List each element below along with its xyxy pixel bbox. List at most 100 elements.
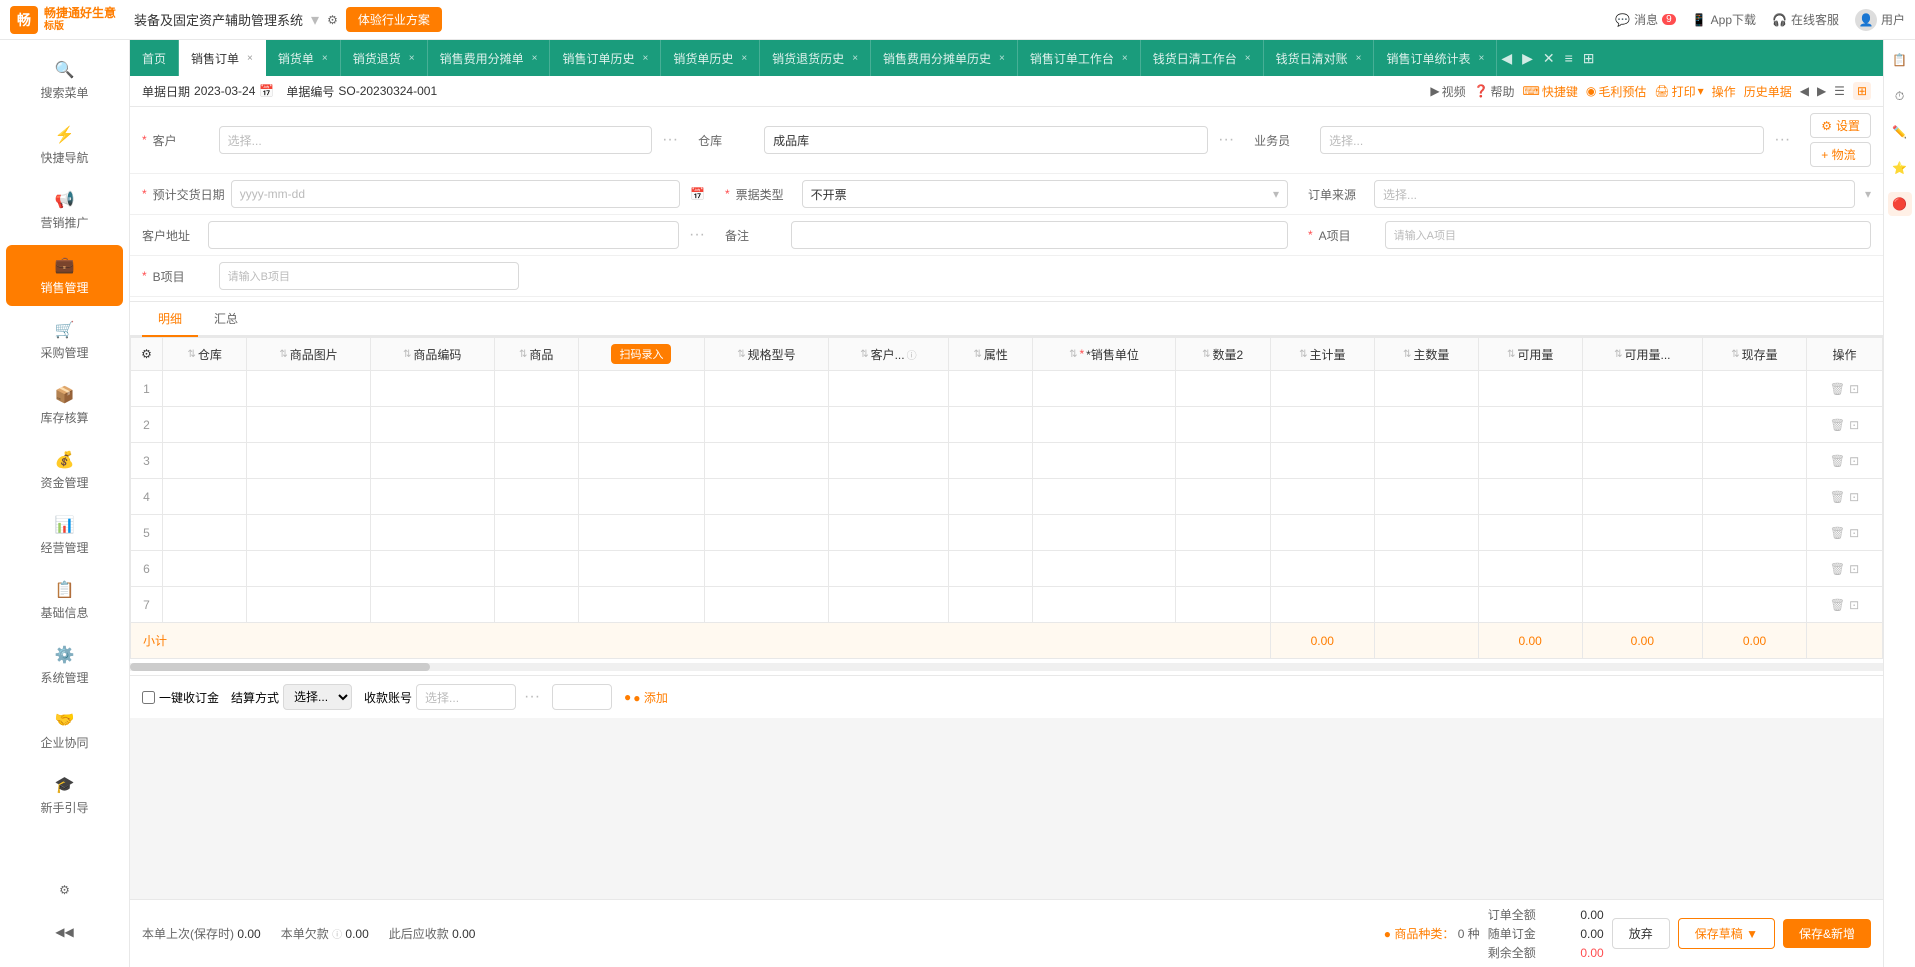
cell-stock-1[interactable] (1703, 371, 1807, 407)
cell-available2-6[interactable] (1582, 551, 1702, 587)
cell-customer-code-4[interactable] (828, 479, 948, 515)
cell-available2-2[interactable] (1582, 407, 1702, 443)
copy-icon-5[interactable]: ⊡ (1849, 526, 1859, 540)
cell-attr-6[interactable] (949, 551, 1033, 587)
cell-spec-1[interactable] (705, 371, 829, 407)
sidebar-item-quick-nav[interactable]: ⚡ 快捷导航 (6, 115, 123, 176)
scroll-thumb[interactable] (130, 663, 430, 671)
cell-warehouse-4[interactable] (163, 479, 247, 515)
remark-input[interactable] (791, 221, 1288, 249)
sidebar-item-inventory[interactable]: 📦 库存核算 (6, 375, 123, 436)
cell-stock-4[interactable] (1703, 479, 1807, 515)
cell-main-qty-3[interactable] (1374, 443, 1478, 479)
tab-close-bill-history[interactable]: × (741, 53, 747, 64)
tab-close-all-btn[interactable]: ✕ (1539, 50, 1559, 67)
sidebar-item-marketing[interactable]: 📢 营销推广 (6, 180, 123, 241)
cell-scan-2[interactable] (578, 407, 704, 443)
tab-sales-fee[interactable]: 销售费用分摊单 × (428, 40, 551, 76)
cell-code-7[interactable] (370, 587, 494, 623)
cell-main-qty-4[interactable] (1374, 479, 1478, 515)
tab-sales-return[interactable]: 销货退货 × (341, 40, 428, 76)
dropdown-icon[interactable]: ▾ (311, 10, 319, 30)
settings-icon[interactable]: ⚙ (327, 13, 338, 27)
copy-icon-7[interactable]: ⊡ (1849, 598, 1859, 612)
cell-spec-6[interactable] (705, 551, 829, 587)
save-draft-arrow-icon[interactable]: ▼ (1746, 927, 1758, 941)
tab-close-sales-bill[interactable]: × (322, 53, 328, 64)
cell-main-unit-7[interactable] (1270, 587, 1374, 623)
sidebar-item-sales[interactable]: 💼 销售管理 (6, 245, 123, 306)
tab-close-daily-workbench[interactable]: × (1245, 53, 1251, 64)
cell-stock-7[interactable] (1703, 587, 1807, 623)
sidebar-item-management[interactable]: 📊 经营管理 (6, 505, 123, 566)
save-new-btn[interactable]: 保存&新增 (1783, 919, 1871, 948)
cell-customer-code-3[interactable] (828, 443, 948, 479)
cell-qty2-5[interactable] (1175, 515, 1270, 551)
sidebar-item-basic-info[interactable]: 📋 基础信息 (6, 570, 123, 631)
copy-icon-6[interactable]: ⊡ (1849, 562, 1859, 576)
warehouse-dots[interactable]: ··· (1218, 131, 1234, 149)
cell-available2-5[interactable] (1582, 515, 1702, 551)
cell-unit-5[interactable] (1033, 515, 1175, 551)
warehouse-input[interactable]: 成品库 (764, 126, 1208, 154)
right-tool-edit[interactable]: ✏️ (1888, 120, 1912, 144)
cell-scan-6[interactable] (578, 551, 704, 587)
cell-code-5[interactable] (370, 515, 494, 551)
copy-icon-3[interactable]: ⊡ (1849, 454, 1859, 468)
tab-daily-workbench[interactable]: 钱货日清工作台 × (1141, 40, 1264, 76)
cell-main-unit-3[interactable] (1270, 443, 1374, 479)
cell-main-unit-6[interactable] (1270, 551, 1374, 587)
cell-warehouse-5[interactable] (163, 515, 247, 551)
cell-image-1[interactable] (247, 371, 371, 407)
right-tool-timer[interactable]: ⏱ (1888, 84, 1912, 108)
cell-warehouse-3[interactable] (163, 443, 247, 479)
payment-amount-input[interactable]: 0.00 (552, 684, 612, 710)
sidebar-item-config[interactable]: ⚙ (6, 873, 123, 907)
cell-main-unit-2[interactable] (1270, 407, 1374, 443)
tab-grid-btn[interactable]: ⊞ (1579, 50, 1599, 67)
tab-close-sales-fee[interactable]: × (532, 53, 538, 64)
customer-input[interactable]: 选择... (219, 126, 652, 154)
delete-icon-6[interactable]: 🗑 (1830, 562, 1845, 576)
sidebar-collapse-btn[interactable]: ◀◀ (6, 915, 123, 949)
cell-qty2-4[interactable] (1175, 479, 1270, 515)
order-source-input[interactable]: 选择... (1374, 180, 1855, 208)
right-tool-star[interactable]: ⭐ (1888, 156, 1912, 180)
message-btn[interactable]: 💬 消息 9 (1615, 11, 1676, 28)
cell-available-2[interactable] (1478, 407, 1582, 443)
cell-product-3[interactable] (494, 443, 578, 479)
sidebar-item-search[interactable]: 🔍 搜索菜单 (6, 50, 123, 111)
profit-btn[interactable]: ◉ 毛利预估 (1586, 83, 1647, 100)
cell-product-6[interactable] (494, 551, 578, 587)
cell-available-7[interactable] (1478, 587, 1582, 623)
industry-btn[interactable]: 体验行业方案 (346, 7, 442, 32)
tab-sales-order-history[interactable]: 销售订单历史 × (550, 40, 661, 76)
cell-image-3[interactable] (247, 443, 371, 479)
add-logistics-btn[interactable]: + 物流 (1810, 142, 1871, 167)
cell-attr-2[interactable] (949, 407, 1033, 443)
table-view-btn[interactable]: ☰ (1834, 84, 1845, 98)
cell-main-qty-2[interactable] (1374, 407, 1478, 443)
tab-close-stats[interactable]: × (1478, 53, 1484, 64)
cell-code-3[interactable] (370, 443, 494, 479)
cell-available-1[interactable] (1478, 371, 1582, 407)
cell-spec-2[interactable] (705, 407, 829, 443)
cell-qty2-6[interactable] (1175, 551, 1270, 587)
cell-code-1[interactable] (370, 371, 494, 407)
copy-icon-1[interactable]: ⊡ (1849, 382, 1859, 396)
cell-unit-1[interactable] (1033, 371, 1175, 407)
cell-spec-3[interactable] (705, 443, 829, 479)
cell-warehouse-1[interactable] (163, 371, 247, 407)
cell-image-7[interactable] (247, 587, 371, 623)
cell-product-2[interactable] (494, 407, 578, 443)
print-btn[interactable]: 🖨 打印 ▾ (1654, 83, 1703, 100)
delete-icon-3[interactable]: 🗑 (1830, 454, 1845, 468)
nav-prev-btn[interactable]: ◀ (1800, 84, 1809, 98)
calendar2-icon[interactable]: 📅 (690, 187, 705, 201)
help-btn[interactable]: ❓ 帮助 (1474, 83, 1515, 100)
settings-btn[interactable]: ⚙ 设置 (1810, 113, 1871, 138)
grid-view-btn[interactable]: ⊞ (1853, 82, 1871, 100)
shortcut-btn[interactable]: ⌨ 快捷键 (1523, 83, 1578, 100)
cell-attr-3[interactable] (949, 443, 1033, 479)
tab-close-workbench[interactable]: × (1122, 53, 1128, 64)
